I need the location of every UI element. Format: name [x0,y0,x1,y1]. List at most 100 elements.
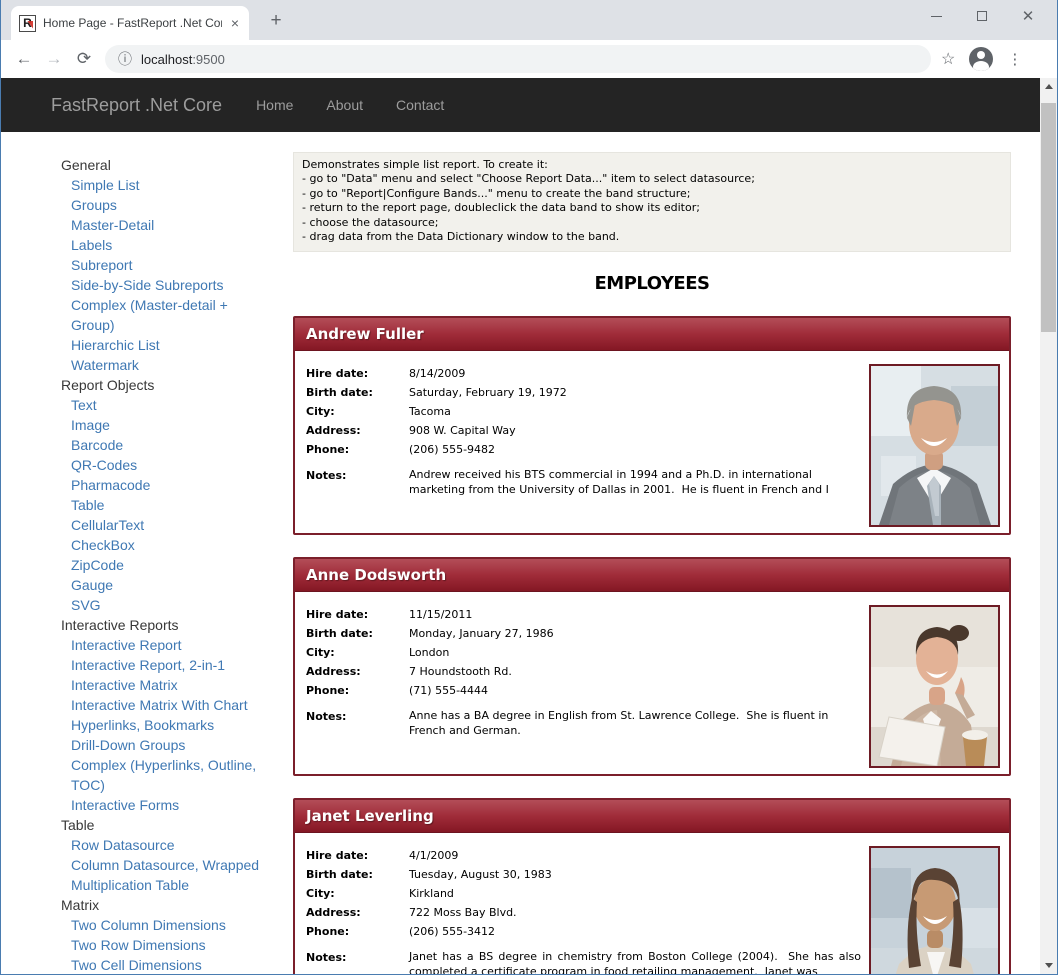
tab-title: Home Page - FastReport .Net Cor [43,16,222,30]
field-value-birth-date: Tuesday, August 30, 1983 [409,868,552,882]
sidebar-item-interactive-report-2in1[interactable]: Interactive Report, 2-in-1 [71,655,271,675]
sidebar-item-drill-down-groups[interactable]: Drill-Down Groups [71,735,271,755]
field-value-address: 722 Moss Bay Blvd. [409,906,517,920]
nav-about[interactable]: About [326,97,363,113]
sidebar-item-watermark[interactable]: Watermark [71,355,271,375]
sidebar-item-image[interactable]: Image [71,415,271,435]
forward-icon[interactable]: → [39,44,69,74]
nav-contact[interactable]: Contact [396,97,444,113]
field-label-birth-date: Birth date: [306,868,373,882]
report-title: EMPLOYEES [594,273,710,295]
field-label-city: City: [306,646,335,660]
sidebar-item-interactive-report[interactable]: Interactive Report [71,635,271,655]
sidebar-item-interactive-matrix-with-chart[interactable]: Interactive Matrix With Chart [71,695,271,715]
address-input[interactable]: ⓘ localhost:9500 [105,45,931,73]
employee-card-anne-dodsworth: Anne Dodsworth Hire date: 11/15/2011 Birt… [293,557,1011,777]
nav-home[interactable]: Home [256,97,293,113]
sidebar-item-text[interactable]: Text [71,395,271,415]
description-line: - return to the report page, doubleclick… [302,201,700,215]
sidebar-item-complex-hyperlinks-outline-toc[interactable]: Complex (Hyperlinks, Outline, TOC) [71,755,271,795]
sidebar-item-complex-master-detail-group[interactable]: Complex (Master-detail + Group) [71,295,271,335]
description-line: - go to "Data" menu and select "Choose R… [302,172,755,186]
sidebar-item-checkbox[interactable]: CheckBox [71,535,271,555]
employee-name-band: Andrew Fuller [295,318,1009,352]
profile-avatar-icon[interactable] [969,47,994,71]
site-brand[interactable]: FastReport .Net Core [51,95,222,116]
field-label-phone: Phone: [306,443,350,457]
sidebar-item-subreport[interactable]: Subreport [71,255,271,275]
sidebar-item-row-datasource[interactable]: Row Datasource [71,835,271,855]
sidebar-item-pharmacode[interactable]: Pharmacode [71,475,271,495]
description-line: - choose the datasource; [302,215,439,229]
sidebar-item-labels[interactable]: Labels [71,235,271,255]
sidebar-item-interactive-matrix[interactable]: Interactive Matrix [71,675,271,695]
report-sidebar: General Simple List Groups Master-Detail… [61,132,283,974]
employee-photo-anne-dodsworth [869,605,1000,769]
browser-menu-icon[interactable]: ⋮ [1007,50,1022,68]
employee-photo-andrew-fuller [869,364,1000,528]
field-value-address: 908 W. Capital Way [409,424,516,438]
page-info-icon[interactable]: ⓘ [118,49,132,69]
scroll-down-icon[interactable] [1040,957,1057,974]
field-label-birth-date: Birth date: [306,386,373,400]
field-label-address: Address: [306,424,361,438]
field-value-city: Tacoma [409,405,451,419]
sidebar-item-two-row-dimensions[interactable]: Two Row Dimensions [71,935,271,955]
page-content: General Simple List Groups Master-Detail… [1,132,1057,975]
sidebar-item-qr-codes[interactable]: QR-Codes [71,455,271,475]
browser-actions: ☆ ⋮ [941,47,1022,71]
sidebar-item-zipcode[interactable]: ZipCode [71,555,271,575]
employee-card-body: Hire date: 8/14/2009 Birth date: Saturday,… [295,351,1009,533]
close-button[interactable]: ✕ [1005,0,1051,32]
employee-card-body: Hire date: 4/1/2009 Birth date: Tuesday, A… [295,833,1009,975]
field-label-hire-date: Hire date: [306,608,369,622]
sidebar-item-hierarchic-list[interactable]: Hierarchic List [71,335,271,355]
field-label-notes: Notes: [306,469,347,483]
description-line: Demonstrates simple list report. To crea… [302,158,548,171]
browser-tab[interactable]: R Home Page - FastReport .Net Cor × [11,6,249,40]
back-icon[interactable]: ← [9,44,39,74]
employee-photo-janet-leverling [869,846,1000,974]
employee-card-janet-leverling: Janet Leverling Hire date: 4/1/2009 Birth… [293,798,1011,975]
sidebar-item-column-datasource-wrapped[interactable]: Column Datasource, Wrapped [71,855,271,875]
field-label-city: City: [306,887,335,901]
field-value-hire-date: 8/14/2009 [409,367,466,381]
maximize-button[interactable] [959,0,1005,32]
sidebar-item-cellulartext[interactable]: CellularText [71,515,271,535]
bookmark-star-icon[interactable]: ☆ [941,49,955,69]
sidebar-item-table[interactable]: Table [71,495,271,515]
field-label-hire-date: Hire date: [306,849,369,863]
field-label-address: Address: [306,665,361,679]
sidebar-item-groups[interactable]: Groups [71,195,271,215]
report-description: Demonstrates simple list report. To crea… [293,152,1011,253]
tab-close-icon[interactable]: × [229,15,241,31]
scroll-up-icon[interactable] [1040,78,1057,95]
field-value-hire-date: 4/1/2009 [409,849,459,863]
field-value-notes: Janet has a BS degree in chemistry from … [409,950,865,975]
minimize-button[interactable] [913,0,959,32]
sidebar-item-two-column-dimensions[interactable]: Two Column Dimensions [71,915,271,935]
field-label-notes: Notes: [306,951,347,965]
sidebar-item-interactive-forms[interactable]: Interactive Forms [71,795,271,815]
field-label-phone: Phone: [306,925,350,939]
reload-icon[interactable]: ⟳ [69,44,99,74]
sidebar-item-multiplication-table[interactable]: Multiplication Table [71,875,271,895]
field-value-phone: (206) 555-3412 [409,925,496,939]
page-scrollbar[interactable] [1040,78,1057,974]
scrollbar-thumb[interactable] [1041,103,1056,332]
sidebar-item-side-by-side-subreports[interactable]: Side-by-Side Subreports [71,275,271,295]
field-value-city: London [409,646,450,660]
employee-card-body: Hire date: 11/15/2011 Birth date: Monday, … [295,592,1009,774]
sidebar-section-table: Table [61,817,95,833]
new-tab-button[interactable]: + [263,8,289,34]
field-value-notes: Andrew received his BTS commercial in 19… [409,468,829,496]
field-label-hire-date: Hire date: [306,367,369,381]
sidebar-item-barcode[interactable]: Barcode [71,435,271,455]
sidebar-item-two-cell-dimensions[interactable]: Two Cell Dimensions [71,955,271,974]
sidebar-item-master-detail[interactable]: Master-Detail [71,215,271,235]
sidebar-item-gauge[interactable]: Gauge [71,575,271,595]
sidebar-item-simple-list[interactable]: Simple List [71,175,271,195]
field-label-notes: Notes: [306,710,347,724]
sidebar-item-svg[interactable]: SVG [71,595,271,615]
sidebar-item-hyperlinks-bookmarks[interactable]: Hyperlinks, Bookmarks [71,715,271,735]
